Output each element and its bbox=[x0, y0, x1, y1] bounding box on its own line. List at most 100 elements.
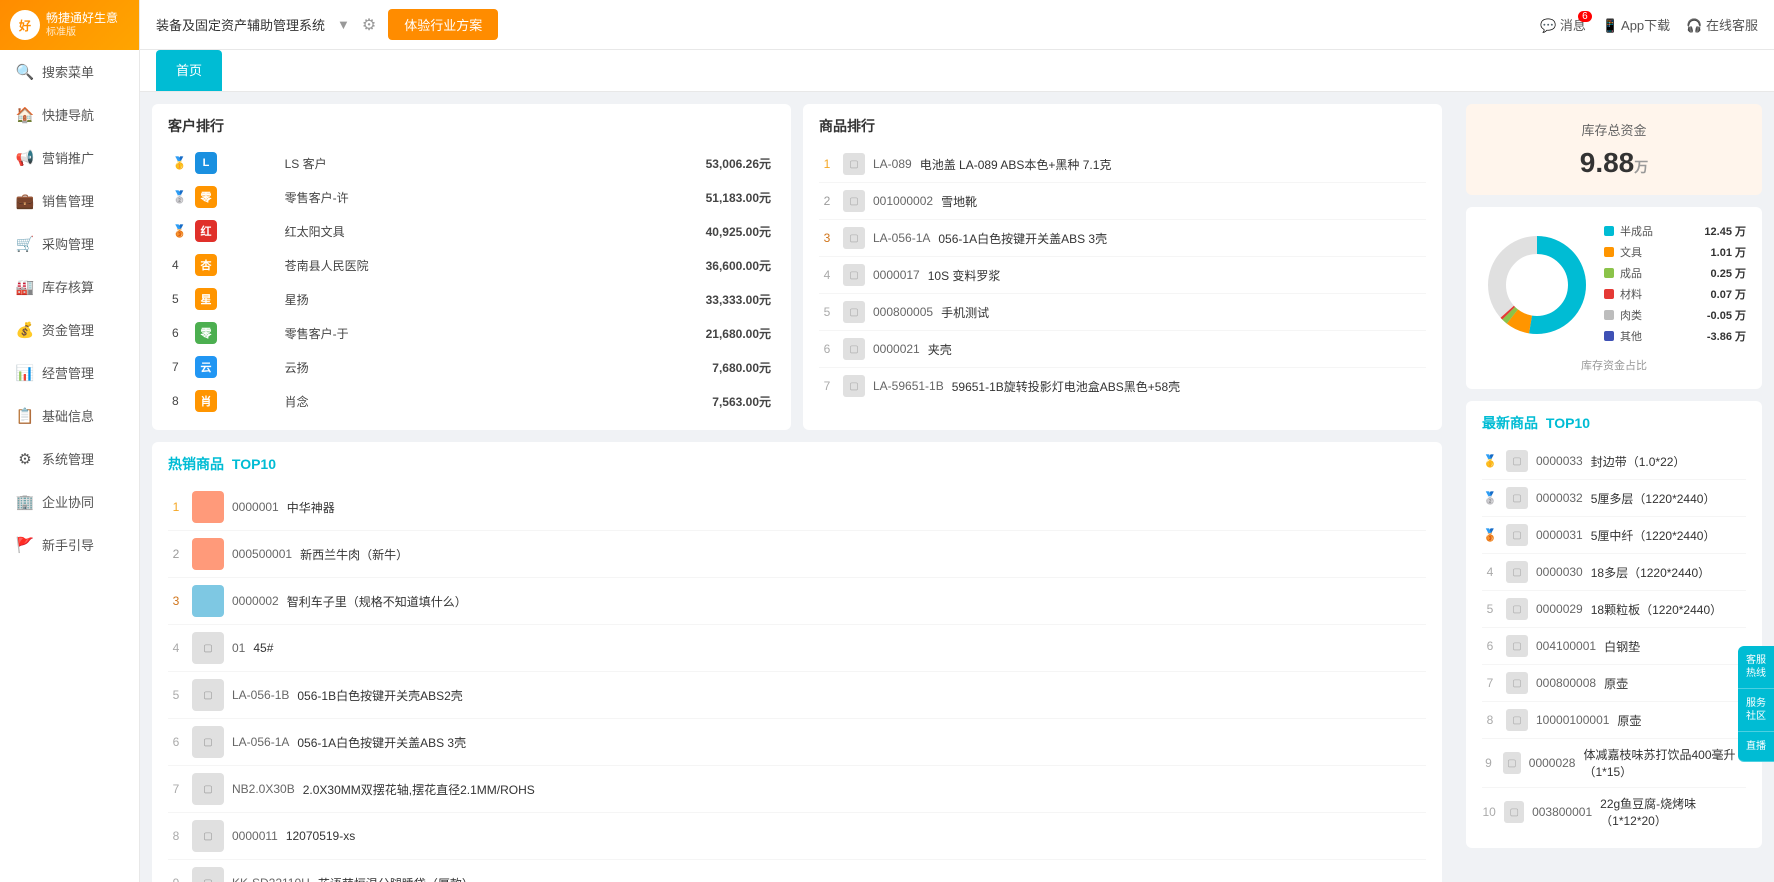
latest-products-title: 最新商品 TOP10 bbox=[1482, 413, 1746, 433]
legend-label: 半成品 bbox=[1620, 223, 1698, 239]
list-item: 🥇 ▢ 0000033 封边带（1.0*22） bbox=[1482, 443, 1746, 480]
customer-name: 零售客户-于 bbox=[281, 316, 556, 350]
table-row: 4 杏 苍南县人民医院 36,600.00元 bbox=[168, 248, 775, 282]
product-code: 0000002 bbox=[232, 594, 279, 608]
sidebar-label: 销售管理 bbox=[42, 191, 94, 210]
product-name: 10S 变料罗浆 bbox=[928, 267, 1001, 284]
sidebar-item-finance[interactable]: 💰 资金管理 bbox=[0, 308, 139, 351]
product-name: 电池盖 LA-089 ABS本色+黑种 7.1克 bbox=[920, 156, 1112, 173]
customer-amount: 7,680.00元 bbox=[556, 350, 775, 384]
product-name: 封边带（1.0*22） bbox=[1591, 453, 1686, 470]
sidebar-item-marketing[interactable]: 📢 营销推广 bbox=[0, 136, 139, 179]
settings-icon[interactable]: ⚙ bbox=[362, 15, 376, 35]
product-name: 2.0X30MM双摆花轴,摆花直径2.1MM/ROHS bbox=[303, 781, 535, 798]
float-btn-2[interactable]: 直播 bbox=[1738, 732, 1774, 762]
product-code: 000800008 bbox=[1536, 676, 1596, 690]
sidebar-label: 企业协同 bbox=[42, 492, 94, 511]
product-code: 10000100001 bbox=[1536, 713, 1609, 727]
sidebar-item-inventory[interactable]: 🏭 库存核算 bbox=[0, 265, 139, 308]
rank-badge-cell: 零 bbox=[191, 316, 281, 350]
sidebar-item-quick[interactable]: 🏠 快捷导航 bbox=[0, 93, 139, 136]
rank-number: 4 bbox=[168, 248, 191, 282]
sidebar-item-sales[interactable]: 💼 销售管理 bbox=[0, 179, 139, 222]
logo-icon: 好 bbox=[10, 10, 40, 40]
sidebar-label: 系统管理 bbox=[42, 449, 94, 468]
sidebar-item-guide[interactable]: 🚩 新手引导 bbox=[0, 523, 139, 566]
product-thumb: ▢ bbox=[843, 264, 865, 286]
list-item: 6 ▢ 004100001 白钢垫 bbox=[1482, 628, 1746, 665]
rank-number: 9 bbox=[168, 876, 184, 882]
float-buttons: 客服热线服务社区直播 bbox=[1738, 646, 1774, 762]
finance-icon: 💰 bbox=[16, 321, 34, 339]
sidebar-item-purchase[interactable]: 🛒 采购管理 bbox=[0, 222, 139, 265]
dropdown-arrow-icon[interactable]: ▼ bbox=[337, 17, 350, 32]
message-button[interactable]: 💬 消息 6 bbox=[1540, 15, 1586, 34]
product-thumb: ▢ bbox=[1504, 801, 1524, 823]
logo-text: 畅捷通好生意 标准版 bbox=[46, 11, 118, 40]
rank-badge-cell: 零 bbox=[191, 180, 281, 214]
customer-name: 云扬 bbox=[281, 350, 556, 384]
float-btn-1[interactable]: 服务社区 bbox=[1738, 689, 1774, 732]
product-code: LA-056-1B bbox=[232, 688, 289, 702]
donut-chart bbox=[1482, 230, 1592, 343]
customer-name: 星扬 bbox=[281, 282, 556, 316]
sidebar-item-system[interactable]: ⚙ 系统管理 bbox=[0, 437, 139, 480]
product-code: KK-SD22110H bbox=[232, 876, 310, 882]
rank-number: 7 bbox=[819, 379, 835, 393]
rank-number: 🥈 bbox=[168, 180, 191, 214]
rank-number: 🥉 bbox=[1482, 528, 1498, 542]
legend-value: -3.86 万 bbox=[1707, 328, 1746, 344]
rank-number: 4 bbox=[1482, 565, 1498, 579]
product-name: 22g鱼豆腐-烧烤味（1*12*20） bbox=[1600, 795, 1746, 829]
content: 客户排行 🥇 L LS 客户 53,006.26元 🥈 零 零售客户-许 51,… bbox=[140, 92, 1774, 882]
customer-name: 红太阳文具 bbox=[281, 214, 556, 248]
message-icon: 💬 bbox=[1540, 18, 1556, 33]
product-name: 5厘中纤（1220*2440） bbox=[1591, 527, 1716, 544]
float-btn-0[interactable]: 客服热线 bbox=[1738, 646, 1774, 689]
sales-icon: 💼 bbox=[16, 192, 34, 210]
sidebar-item-operation[interactable]: 📊 经营管理 bbox=[0, 351, 139, 394]
tab-home[interactable]: 首页 bbox=[156, 50, 222, 91]
product-code: 0000021 bbox=[873, 342, 920, 356]
list-item: 9 ▢ KK-SD22110H 花语萌恒温分腿睡袋（厚款） bbox=[168, 860, 1426, 882]
online-service-button[interactable]: 🎧 在线客服 bbox=[1686, 15, 1758, 34]
product-name: 056-1A白色按键开关盖ABS 3壳 bbox=[297, 734, 466, 751]
sidebar-label: 基础信息 bbox=[42, 406, 94, 425]
sidebar-item-basic[interactable]: 📋 基础信息 bbox=[0, 394, 139, 437]
table-row: 6 零 零售客户-于 21,680.00元 bbox=[168, 316, 775, 350]
legend-value: 12.45 万 bbox=[1704, 223, 1746, 239]
sidebar-item-search[interactable]: 🔍 搜索菜单 bbox=[0, 50, 139, 93]
header-right: 💬 消息 6 📱 App下载 🎧 在线客服 bbox=[1540, 15, 1758, 34]
table-row: 🥇 L LS 客户 53,006.26元 bbox=[168, 146, 775, 180]
legend-item: 材料 0.07 万 bbox=[1604, 286, 1746, 302]
list-item: 5 ▢ 000800005 手机测试 bbox=[819, 294, 1426, 331]
customer-badge: 零 bbox=[195, 322, 217, 344]
product-name: 18多层（1220*2440） bbox=[1591, 564, 1710, 581]
rank-badge-cell: 肖 bbox=[191, 384, 281, 418]
trial-button[interactable]: 体验行业方案 bbox=[388, 9, 498, 40]
product-name: 新西兰牛肉（新牛） bbox=[300, 546, 408, 563]
product-thumb: ▢ bbox=[1506, 487, 1528, 509]
sidebar-label: 搜索菜单 bbox=[42, 62, 94, 81]
inventory-label: 库存总资金 bbox=[1482, 120, 1746, 139]
rank-number: 5 bbox=[1482, 602, 1498, 616]
customer-badge: 红 bbox=[195, 220, 217, 242]
legend-color bbox=[1604, 331, 1614, 341]
product-code: 01 bbox=[232, 641, 245, 655]
rank-number: 3 bbox=[168, 594, 184, 608]
inventory-icon: 🏭 bbox=[16, 278, 34, 296]
legend-value: 1.01 万 bbox=[1711, 244, 1746, 260]
app-download-button[interactable]: 📱 App下载 bbox=[1602, 15, 1670, 34]
customer-badge: L bbox=[195, 152, 217, 174]
rank-number: 8 bbox=[168, 829, 184, 843]
customer-amount: 33,333.00元 bbox=[556, 282, 775, 316]
product-code: 0000030 bbox=[1536, 565, 1583, 579]
customer-badge: 云 bbox=[195, 356, 217, 378]
inventory-amount: 9.88万 bbox=[1482, 147, 1746, 179]
rank-badge-cell: 红 bbox=[191, 214, 281, 248]
product-thumb: ▢ bbox=[1506, 524, 1528, 546]
sidebar-item-enterprise[interactable]: 🏢 企业协同 bbox=[0, 480, 139, 523]
basic-icon: 📋 bbox=[16, 407, 34, 425]
product-code: 000500001 bbox=[232, 547, 292, 561]
rank-number: 5 bbox=[168, 282, 191, 316]
